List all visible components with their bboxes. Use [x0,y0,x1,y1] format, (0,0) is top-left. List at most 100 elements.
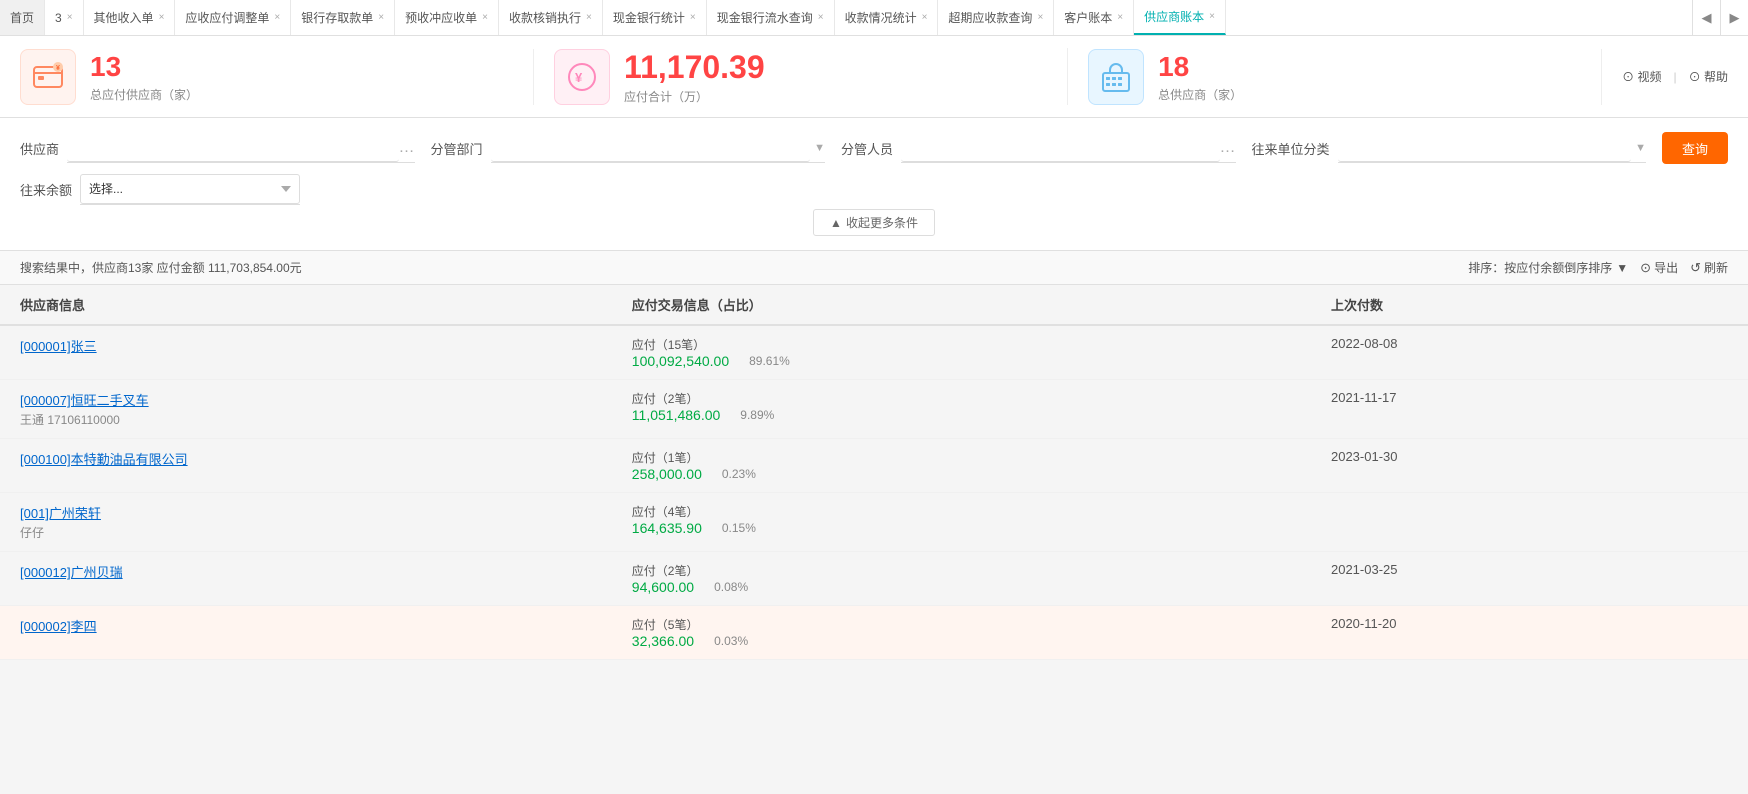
nav-item-home[interactable]: 首页 [0,0,45,35]
supplier-link-3[interactable]: [001]广州荣轩 [20,506,101,521]
trans-label-3: 应付（4笔） [632,503,1291,520]
nav-collection-close[interactable]: × [586,12,592,23]
nav-item-ar-ap-adjust[interactable]: 应收应付调整单 × [175,0,291,35]
nav-overdue-label: 超期应收款查询 [948,9,1032,26]
nav-3-label: 3 [55,11,62,25]
nav-next-arrow[interactable]: ▶ [1720,0,1748,35]
supplier-link-5[interactable]: [000002]李四 [20,619,97,634]
cell-last-date-3 [1311,493,1748,552]
percent-4: 0.08% [714,580,748,594]
amount-4[interactable]: 94,600.00 [632,579,694,595]
stat-block-total-payable: ¥ 11,170.39 应付合计（万） [534,48,1068,105]
nav-supplier-account-close[interactable]: × [1209,11,1215,22]
svg-text:¥: ¥ [56,65,60,72]
dept-input[interactable] [491,134,811,162]
amount-row-5: 32,366.000.03% [632,633,1291,649]
amount-row-2: 258,000.00 0.23% [632,466,1291,482]
nav-item-collection[interactable]: 收款核销执行 × [499,0,603,35]
balance-label: 往来余额 [20,180,72,199]
nav-other-income-close[interactable]: × [159,12,165,23]
nav-collection-stats-close[interactable]: × [922,12,928,23]
date-4: 2021-03-25 [1331,562,1398,577]
nav-customer-account-label: 客户账本 [1064,9,1112,26]
supplier-link-1[interactable]: [000007]恒旺二手叉车 [20,393,149,408]
nav-cash-flow-label: 现金银行流水查询 [717,9,813,26]
export-button[interactable]: ⊙ 导出 [1640,259,1678,276]
nav-customer-account-close[interactable]: × [1117,12,1123,23]
cell-last-date-2: 2023-01-30 [1311,439,1748,493]
supplier-link-4[interactable]: [000012]广州贝瑞 [20,565,123,580]
table-wrapper: 供应商信息 应付交易信息（占比） 上次付数 [000001]张三应付（15笔）1… [0,285,1748,660]
table-row: [000012]广州贝瑞应付（2笔）94,600.000.08%2021-03-… [0,552,1748,606]
search-area: 供应商 … 分管部门 ▼ 分管人员 … 往来单位分类 [0,118,1748,251]
cell-last-date-1: 2021-11-17 [1311,380,1748,439]
percent-2: 0.23% [722,467,756,481]
nav-item-bank-deposit[interactable]: 银行存取款单 × [291,0,395,35]
unit-type-label: 往来单位分类 [1252,139,1330,158]
amount-row-1: 11,051,486.009.89% [632,407,1291,423]
nav-cash-flow-close[interactable]: × [818,12,824,23]
header-actions: ⊙ 视频 | ⊙ 帮助 [1602,68,1728,85]
nav-item-cash-flow[interactable]: 现金银行流水查询 × [707,0,835,35]
refresh-label: 刷新 [1704,259,1728,276]
nav-item-collection-stats[interactable]: 收款情况统计 × [835,0,939,35]
person-input[interactable] [901,134,1219,162]
nav-bank-deposit-close[interactable]: × [378,12,384,23]
amount-row-0: 100,092,540.00 89.61% [632,353,1291,369]
nav-bank-deposit-label: 银行存取款单 [301,9,373,26]
supplier-link-0[interactable]: [000001]张三 [20,339,97,354]
search-row-2: 往来余额 选择... [20,174,1728,205]
trans-label-0: 应付（15笔） [632,336,1291,353]
nav-item-other-income[interactable]: 其他收入单 × [84,0,176,35]
amount-2[interactable]: 258,000.00 [632,466,702,482]
stat-block-payable-suppliers: ¥ 13 总应付供应商（家） [20,49,534,105]
action-separator: | [1674,70,1677,84]
nav-item-3[interactable]: 3 × [45,0,84,35]
nav-3-close[interactable]: × [67,12,73,23]
refresh-button[interactable]: ↺ 刷新 [1690,259,1728,276]
dept-field-wrapper: ▼ [491,134,825,163]
nav-collection-stats-label: 收款情况统计 [845,9,917,26]
nav-prepayment-label: 预收冲应收单 [405,9,477,26]
nav-ar-ap-adjust-label: 应收应付调整单 [185,9,269,26]
nav-item-supplier-account[interactable]: 供应商账本 × [1134,0,1226,35]
dept-dropdown-icon[interactable]: ▼ [814,142,825,154]
unit-type-dropdown-icon[interactable]: ▼ [1635,142,1646,154]
nav-item-customer-account[interactable]: 客户账本 × [1054,0,1134,35]
amount-5[interactable]: 32,366.00 [632,633,694,649]
amount-0[interactable]: 100,092,540.00 [632,353,729,369]
stat-label-total-suppliers: 总供应商（家） [1158,86,1581,103]
help-btn[interactable]: ⊙ 帮助 [1689,68,1728,85]
balance-field-wrapper: 选择... [80,174,300,205]
unit-type-input[interactable] [1338,134,1632,162]
stat-number-total-suppliers: 18 [1158,50,1581,84]
supplier-dots-icon[interactable]: … [399,139,415,157]
supplier-sub-1: 王通 17106110000 [20,411,592,428]
nav-ar-ap-adjust-close[interactable]: × [274,12,280,23]
amount-1[interactable]: 11,051,486.00 [632,407,721,423]
nav-item-prepayment[interactable]: 预收冲应收单 × [395,0,499,35]
stats-header: ¥ 13 总应付供应商（家） ¥ 11,170.39 应付合计（万） [0,36,1748,118]
supplier-input[interactable] [67,134,398,162]
nav-item-cash-stats[interactable]: 现金银行统计 × [603,0,707,35]
sort-button[interactable]: 排序：按应付余额倒序排序 ▼ [1468,259,1628,276]
cell-last-date-5: 2020-11-20 [1311,606,1748,660]
percent-0: 89.61% [749,354,790,368]
amount-3[interactable]: 164,635.90 [632,520,702,536]
balance-select[interactable]: 选择... [80,174,300,204]
nav-item-overdue[interactable]: 超期应收款查询 × [938,0,1054,35]
supplier-link-2[interactable]: [000100]本特勤油品有限公司 [20,452,188,467]
unit-type-field-wrapper: ▼ [1338,134,1646,163]
nav-prepayment-close[interactable]: × [482,12,488,23]
date-1: 2021-11-17 [1331,390,1397,405]
nav-overdue-close[interactable]: × [1037,12,1043,23]
video-btn[interactable]: ⊙ 视频 [1622,68,1661,85]
query-button[interactable]: 查询 [1662,132,1728,164]
nav-prev-arrow[interactable]: ◀ [1692,0,1720,35]
search-field-balance: 往来余额 选择... [20,174,300,205]
nav-cash-stats-close[interactable]: × [690,12,696,23]
result-bar: 搜索结果中，供应商13家 应付金额 111,703,854.00元 排序：按应付… [0,251,1748,285]
collapse-button[interactable]: ▲ 收起更多条件 [813,209,935,236]
person-dots-icon[interactable]: … [1220,139,1236,157]
cell-last-date-0: 2022-08-08 [1311,325,1748,380]
